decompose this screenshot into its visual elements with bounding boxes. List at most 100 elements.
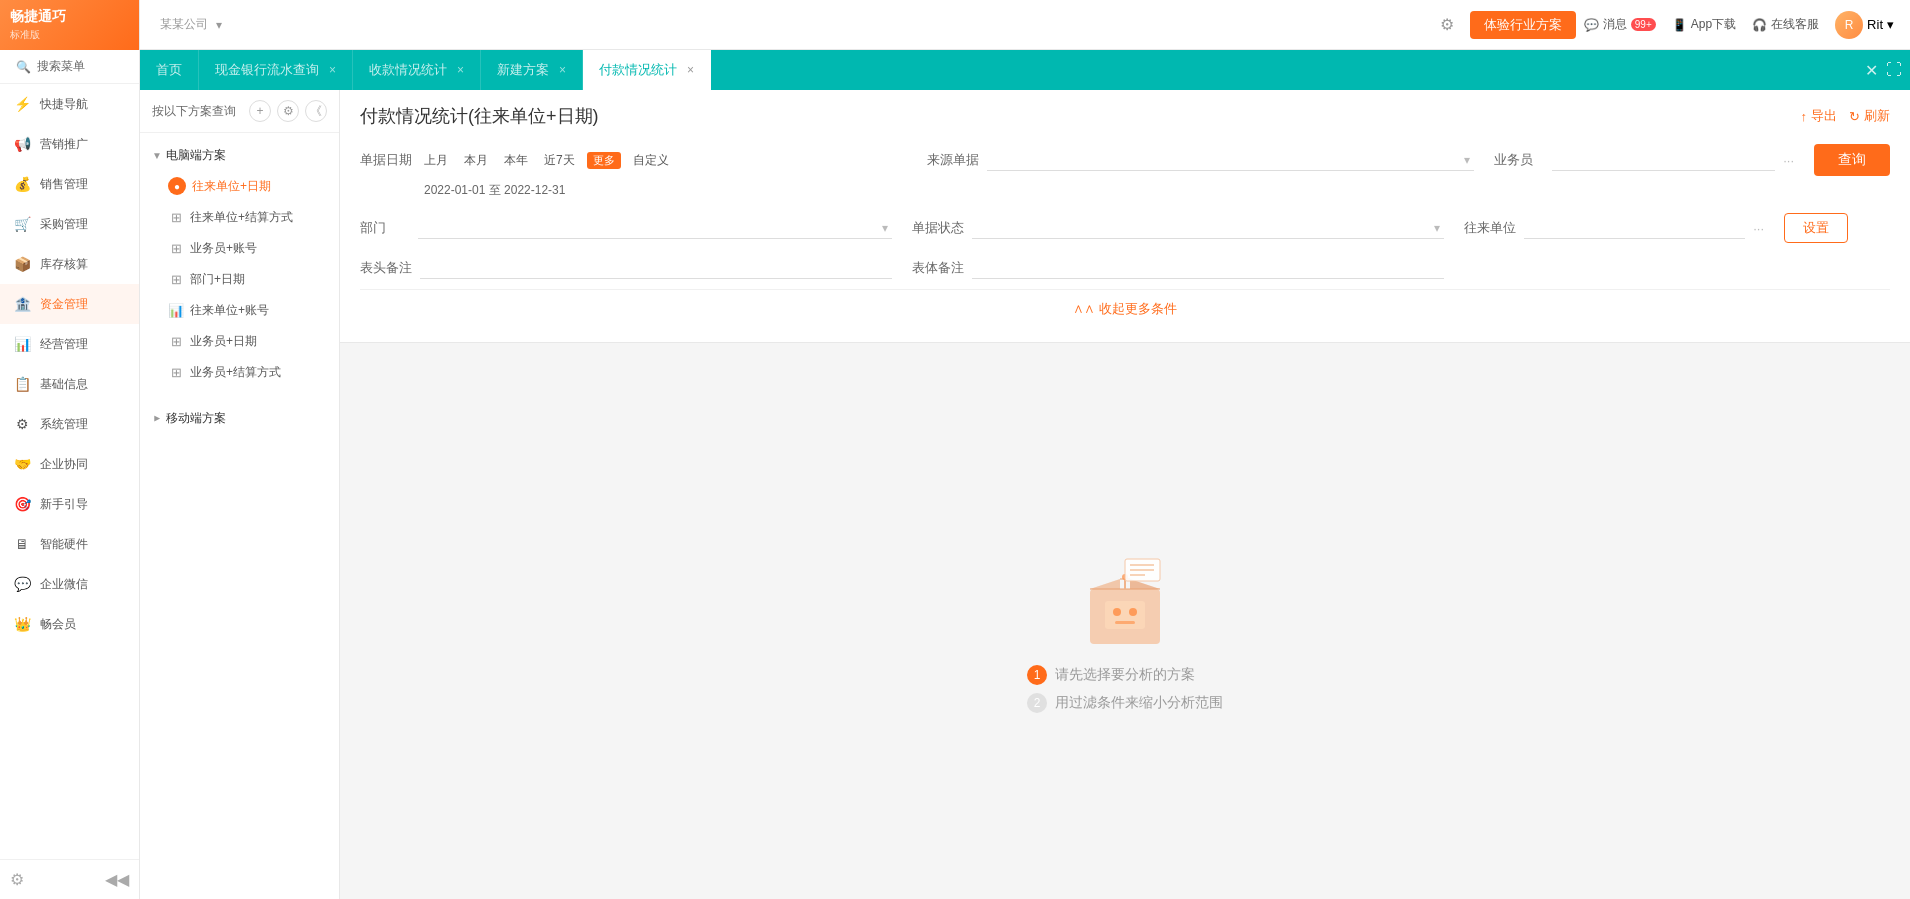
app-download-button[interactable]: 📱 App下载 xyxy=(1672,16,1736,33)
schema-item-partner-date[interactable]: ● 往来单位+日期 xyxy=(140,170,339,202)
sidebar-item-wechat[interactable]: 💬 企业微信 xyxy=(0,564,139,604)
schema-item-staff-account[interactable]: ⊞ 业务员+账号 xyxy=(140,233,339,264)
export-button[interactable]: ↑ 导出 xyxy=(1801,107,1838,125)
header-gear-icon[interactable]: ⚙ xyxy=(1440,15,1454,34)
pc-schemes-title[interactable]: ▼ 电脑端方案 xyxy=(140,141,339,170)
app-download-label: App下载 xyxy=(1691,16,1736,33)
sales-icon: 💰 xyxy=(12,174,32,194)
sidebar-item-quick-nav[interactable]: ⚡ 快捷导航 xyxy=(0,84,139,124)
staff-more-icon[interactable]: ··· xyxy=(1783,153,1794,168)
settings-icon[interactable]: ⚙ xyxy=(10,870,24,889)
sidebar-item-label: 智能硬件 xyxy=(40,536,88,553)
schema-item-staff-settle[interactable]: ⊞ 业务员+结算方式 xyxy=(140,357,339,388)
online-service-button[interactable]: 🎧 在线客服 xyxy=(1752,16,1819,33)
sidebar-item-purchase[interactable]: 🛒 采购管理 xyxy=(0,204,139,244)
sidebar-item-basic-info[interactable]: 📋 基础信息 xyxy=(0,364,139,404)
tab-income-stats[interactable]: 收款情况统计 × xyxy=(353,50,481,90)
refresh-button[interactable]: ↻ 刷新 xyxy=(1849,107,1890,125)
refresh-icon: ↻ xyxy=(1849,109,1860,124)
sidebar-item-hardware[interactable]: 🖥 智能硬件 xyxy=(0,524,139,564)
sidebar-item-operations[interactable]: 📊 经营管理 xyxy=(0,324,139,364)
sidebar-search[interactable]: 🔍 搜索菜单 xyxy=(0,50,139,84)
date-custom[interactable]: 自定义 xyxy=(629,150,673,171)
mobile-schemes-label: 移动端方案 xyxy=(166,410,226,427)
expand-arrow-icon: ▼ xyxy=(151,414,162,424)
tab-home-label: 首页 xyxy=(156,61,182,79)
partner-more-icon[interactable]: ··· xyxy=(1753,221,1764,236)
tab-payment-stats[interactable]: 付款情况统计 × xyxy=(583,50,711,90)
sidebar-item-guide[interactable]: 🎯 新手引导 xyxy=(0,484,139,524)
sidebar-item-sales[interactable]: 💰 销售管理 xyxy=(0,164,139,204)
dept-select[interactable]: ▾ xyxy=(418,218,892,239)
schema-item-dept-date[interactable]: ⊞ 部门+日期 xyxy=(140,264,339,295)
staff-input[interactable] xyxy=(1552,149,1775,171)
status-select[interactable]: ▾ xyxy=(972,218,1444,239)
date-this-month[interactable]: 本月 xyxy=(460,150,492,171)
main-area: 某某公司 ▾ ⚙ 体验行业方案 💬 消息 99+ 📱 App下载 🎧 在线客服 … xyxy=(140,0,1910,899)
sidebar-item-member[interactable]: 👑 畅会员 xyxy=(0,604,139,644)
settings-icon: ⚙ xyxy=(283,104,294,118)
empty-state: 1 请先选择要分析的方案 2 用过滤条件来缩小分析范围 xyxy=(1027,549,1223,713)
mobile-schemes-title[interactable]: ▼ 移动端方案 xyxy=(140,404,339,433)
maximize-window-icon[interactable]: ⛶ xyxy=(1886,61,1902,79)
sidebar-item-marketing[interactable]: 📢 营销推广 xyxy=(0,124,139,164)
close-window-icon[interactable]: ✕ xyxy=(1865,61,1878,80)
sidebar-item-enterprise[interactable]: 🤝 企业协同 xyxy=(0,444,139,484)
schema-item-label: 部门+日期 xyxy=(190,271,245,288)
tab-income-stats-close[interactable]: × xyxy=(457,63,464,77)
date-range-row: 2022-01-01 至 2022-12-31 xyxy=(360,182,1890,199)
date-more[interactable]: 更多 xyxy=(587,152,621,169)
svg-rect-6 xyxy=(1115,621,1135,624)
tab-new-plan[interactable]: 新建方案 × xyxy=(481,50,583,90)
sidebar-item-label: 新手引导 xyxy=(40,496,88,513)
scheme-settings-button[interactable]: ⚙ xyxy=(277,100,299,122)
sidebar-item-inventory[interactable]: 📦 库存核算 xyxy=(0,244,139,284)
tab-bank-flow-close[interactable]: × xyxy=(329,63,336,77)
date-this-year[interactable]: 本年 xyxy=(500,150,532,171)
tab-bank-flow[interactable]: 现金银行流水查询 × xyxy=(199,50,353,90)
filter-partner: 往来单位 ··· xyxy=(1464,217,1764,239)
sidebar-item-label: 系统管理 xyxy=(40,416,88,433)
collapse-left-panel-button[interactable]: 《 xyxy=(305,100,327,122)
user-profile[interactable]: R Rit ▾ xyxy=(1835,11,1894,39)
refresh-label: 刷新 xyxy=(1864,107,1890,125)
try-industry-button[interactable]: 体验行业方案 xyxy=(1470,11,1576,39)
filter-status: 单据状态 ▾ xyxy=(912,218,1444,239)
tab-home[interactable]: 首页 xyxy=(140,50,199,90)
collapse-sidebar-icon[interactable]: ◀◀ xyxy=(105,870,129,889)
collapse-filters-button[interactable]: ∧∧ 收起更多条件 xyxy=(360,289,1890,328)
filter-header-note: 表头备注 xyxy=(360,257,892,279)
source-select[interactable]: ▾ xyxy=(987,150,1474,171)
messages-button[interactable]: 💬 消息 99+ xyxy=(1584,16,1656,33)
tip-num-1: 1 xyxy=(1027,665,1047,685)
body-note-input[interactable] xyxy=(972,257,1444,279)
tab-payment-stats-close[interactable]: × xyxy=(687,63,694,77)
sidebar-nav: ⚡ 快捷导航 📢 营销推广 💰 销售管理 🛒 采购管理 📦 库存核算 🏦 资金管… xyxy=(0,84,139,859)
header-note-input[interactable] xyxy=(420,257,892,279)
data-area: 1 请先选择要分析的方案 2 用过滤条件来缩小分析范围 xyxy=(340,343,1910,899)
add-scheme-button[interactable]: + xyxy=(249,100,271,122)
left-panel-actions: + ⚙ 《 xyxy=(249,100,327,122)
tip-text-2: 用过滤条件来缩小分析范围 xyxy=(1055,694,1223,712)
schema-item-partner-settle[interactable]: ⊞ 往来单位+结算方式 xyxy=(140,202,339,233)
online-service-label: 在线客服 xyxy=(1771,16,1819,33)
sidebar-item-finance[interactable]: 🏦 资金管理 xyxy=(0,284,139,324)
right-panel: 付款情况统计(往来单位+日期) ↑ 导出 ↻ 刷新 xyxy=(340,90,1910,899)
settings-button[interactable]: 设置 xyxy=(1784,213,1848,243)
table-icon: ⊞ xyxy=(168,272,184,288)
partner-input[interactable] xyxy=(1524,217,1745,239)
basic-info-icon: 📋 xyxy=(12,374,32,394)
query-button[interactable]: 查询 xyxy=(1814,144,1890,176)
schema-item-staff-date[interactable]: ⊞ 业务员+日期 xyxy=(140,326,339,357)
query-set-col: 查询 xyxy=(1814,144,1890,176)
partner-label: 往来单位 xyxy=(1464,219,1516,237)
add-icon: + xyxy=(256,104,263,118)
schema-item-partner-account[interactable]: 📊 往来单位+账号 xyxy=(140,295,339,326)
sidebar-item-system[interactable]: ⚙ 系统管理 xyxy=(0,404,139,444)
date-last-month[interactable]: 上月 xyxy=(420,150,452,171)
sidebar-std: 标准版 xyxy=(10,28,66,42)
filter-source: 来源单据 ▾ xyxy=(927,150,1474,171)
table-icon: ⊞ xyxy=(168,334,184,350)
tab-new-plan-close[interactable]: × xyxy=(559,63,566,77)
date-7days[interactable]: 近7天 xyxy=(540,150,579,171)
